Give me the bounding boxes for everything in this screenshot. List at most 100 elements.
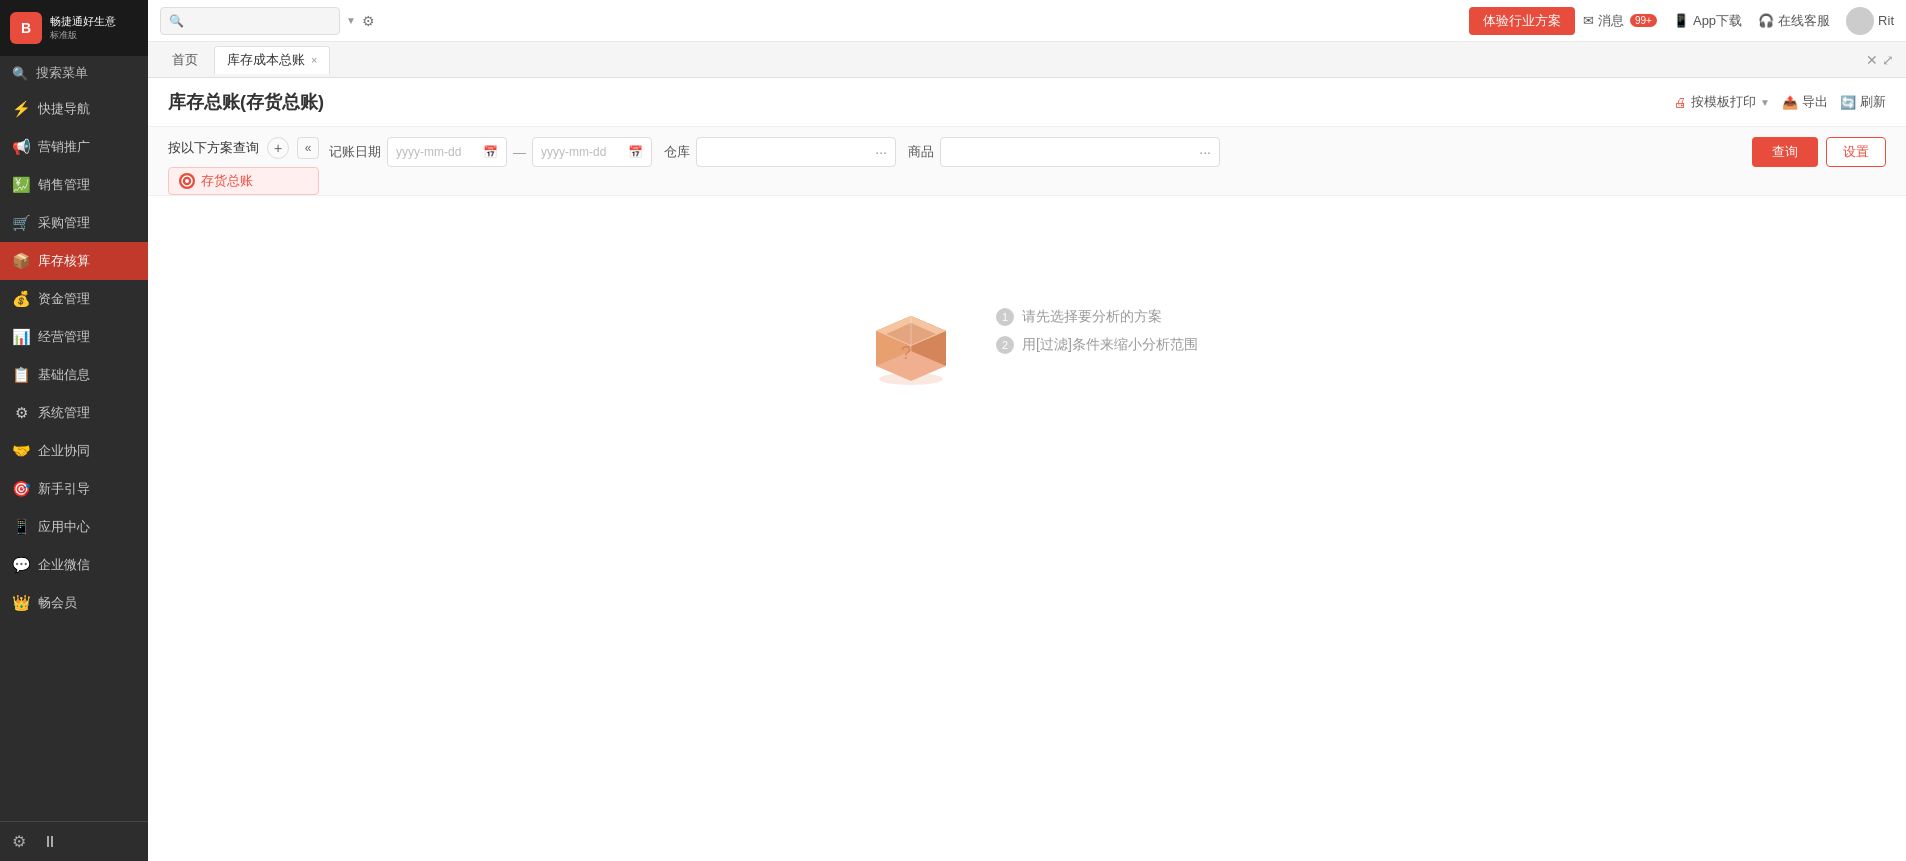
- app-download-button[interactable]: 📱 App下载: [1673, 12, 1742, 30]
- sidebar-item-operations[interactable]: 📊 经营管理: [0, 318, 148, 356]
- empty-tip-1: 1 请先选择要分析的方案: [996, 308, 1198, 326]
- sidebar-logo: B 畅捷通好生意 标准版: [0, 0, 148, 56]
- print-button[interactable]: 🖨 按模板打印 ▼: [1674, 93, 1770, 111]
- sidebar-item-system[interactable]: ⚙ 系统管理: [0, 394, 148, 432]
- empty-state-inner: ? 1 请先选择要分析的方案 2 用[过滤]条件来缩小分析范围: [856, 276, 1198, 386]
- page-content: 库存总账(存货总账) 🖨 按模板打印 ▼ 📤 导出 🔄 刷新: [148, 78, 1906, 861]
- product-field: 商品 ···: [908, 137, 1220, 167]
- warehouse-input[interactable]: ···: [696, 137, 896, 167]
- messages-button[interactable]: ✉ 消息 99+: [1583, 12, 1657, 30]
- sidebar-item-label: 快捷导航: [38, 100, 90, 118]
- empty-state: ? 1 请先选择要分析的方案 2 用[过滤]条件来缩小分析范围: [148, 196, 1906, 466]
- date-label: 记账日期: [329, 143, 381, 161]
- sidebar-item-label: 基础信息: [38, 366, 90, 384]
- logo-icon: B: [10, 12, 42, 44]
- sidebar-item-guide[interactable]: 🎯 新手引导: [0, 470, 148, 508]
- guide-icon: 🎯: [12, 480, 30, 498]
- date-separator: —: [513, 145, 526, 160]
- topbar-search-box[interactable]: 🔍: [160, 7, 340, 35]
- product-input[interactable]: ···: [940, 137, 1220, 167]
- sidebar-search[interactable]: 🔍 搜索菜单: [0, 56, 148, 90]
- settings-icon[interactable]: ⚙: [12, 832, 26, 851]
- sidebar-item-enterprise-wx[interactable]: 💬 企业微信: [0, 546, 148, 584]
- calendar-to-icon: 📅: [628, 145, 643, 159]
- sidebar-item-label: 营销推广: [38, 138, 90, 156]
- quick-nav-icon: ⚡: [12, 100, 30, 118]
- sidebar-item-marketing[interactable]: 📢 营销推广: [0, 128, 148, 166]
- product-label: 商品: [908, 143, 934, 161]
- sidebar-item-vip[interactable]: 👑 畅会员: [0, 584, 148, 622]
- main-area: 🔍 ▼ ⚙ 体验行业方案 ✉ 消息 99+ 📱 App下载 🎧 在线客服: [148, 0, 1906, 861]
- sales-icon: 💹: [12, 176, 30, 194]
- date-to-input[interactable]: yyyy-mm-dd 📅: [532, 137, 652, 167]
- close-panel-icon[interactable]: ✕: [1866, 52, 1878, 68]
- sidebar-item-label: 库存核算: [38, 252, 90, 270]
- topbar-actions: ✉ 消息 99+ 📱 App下载 🎧 在线客服 Rit: [1583, 7, 1894, 35]
- product-more-icon[interactable]: ···: [1199, 144, 1211, 160]
- scheme-icon: [179, 173, 195, 189]
- sidebar-item-label: 销售管理: [38, 176, 90, 194]
- marketing-icon: 📢: [12, 138, 30, 156]
- export-button[interactable]: 📤 导出: [1782, 93, 1828, 111]
- audio-icon[interactable]: ⏸: [42, 833, 58, 851]
- warehouse-field: 仓库 ···: [664, 137, 896, 167]
- add-icon: +: [274, 140, 282, 156]
- empty-tips: 1 请先选择要分析的方案 2 用[过滤]条件来缩小分析范围: [996, 308, 1198, 354]
- topbar-search-area: 🔍 ▼ ⚙: [160, 7, 1461, 35]
- search-label: 搜索菜单: [36, 64, 88, 82]
- topbar-search-icon: 🔍: [169, 14, 184, 28]
- enterprise-wx-icon: 💬: [12, 556, 30, 574]
- sidebar-item-label: 资金管理: [38, 290, 90, 308]
- topbar-gear-icon[interactable]: ⚙: [362, 13, 375, 29]
- query-button[interactable]: 查询: [1752, 137, 1818, 167]
- sidebar-item-app-center[interactable]: 📱 应用中心: [0, 508, 148, 546]
- cooperation-icon: 🤝: [12, 442, 30, 460]
- sidebar-item-label: 畅会员: [38, 594, 77, 612]
- filter-collapse-button[interactable]: «: [297, 137, 319, 159]
- date-field: 记账日期 yyyy-mm-dd 📅 — yyyy-mm-dd 📅: [329, 137, 652, 167]
- page-header-actions: 🖨 按模板打印 ▼ 📤 导出 🔄 刷新: [1674, 93, 1886, 111]
- support-icon: 🎧: [1758, 13, 1774, 28]
- sidebar-item-sales[interactable]: 💹 销售管理: [0, 166, 148, 204]
- settings-button[interactable]: 设置: [1826, 137, 1886, 167]
- collapse-icon: «: [305, 141, 312, 155]
- user-avatar-area[interactable]: Rit: [1846, 7, 1894, 35]
- sidebar-item-cooperation[interactable]: 🤝 企业协同: [0, 432, 148, 470]
- warehouse-more-icon[interactable]: ···: [875, 144, 887, 160]
- sidebar: B 畅捷通好生意 标准版 🔍 搜索菜单 ⚡ 快捷导航 📢 营销推广 💹 销售管理…: [0, 0, 148, 861]
- refresh-button[interactable]: 🔄 刷新: [1840, 93, 1886, 111]
- filter-label: 按以下方案查询: [168, 139, 259, 157]
- sidebar-item-basic-info[interactable]: 📋 基础信息: [0, 356, 148, 394]
- tab-close-icon[interactable]: ×: [311, 54, 317, 66]
- purchase-icon: 🛒: [12, 214, 30, 232]
- basic-info-icon: 📋: [12, 366, 30, 384]
- page-header: 库存总账(存货总账) 🖨 按模板打印 ▼ 📤 导出 🔄 刷新: [148, 78, 1906, 127]
- filter-add-button[interactable]: +: [267, 137, 289, 159]
- operations-icon: 📊: [12, 328, 30, 346]
- sidebar-item-label: 企业协同: [38, 442, 90, 460]
- svg-point-1: [185, 179, 189, 183]
- online-support-button[interactable]: 🎧 在线客服: [1758, 12, 1830, 30]
- page-title: 库存总账(存货总账): [168, 90, 324, 114]
- scheme-item-inventory[interactable]: 存货总账: [168, 167, 319, 195]
- dropdown-arrow-icon[interactable]: ▼: [346, 15, 356, 26]
- messages-badge: 99+: [1630, 14, 1657, 27]
- empty-tip-2: 2 用[过滤]条件来缩小分析范围: [996, 336, 1198, 354]
- sidebar-item-inventory[interactable]: 📦 库存核算: [0, 242, 148, 280]
- search-icon: 🔍: [12, 66, 28, 81]
- tab-inventory-ledger[interactable]: 库存成本总账 ×: [214, 46, 330, 74]
- tip-1-number: 1: [996, 308, 1014, 326]
- topbar: 🔍 ▼ ⚙ 体验行业方案 ✉ 消息 99+ 📱 App下载 🎧 在线客服: [148, 0, 1906, 42]
- tab-home[interactable]: 首页: [160, 46, 210, 74]
- tip-2-number: 2: [996, 336, 1014, 354]
- print-dropdown-icon[interactable]: ▼: [1760, 97, 1770, 108]
- industry-solution-button[interactable]: 体验行业方案: [1469, 7, 1575, 35]
- expand-panel-icon[interactable]: ⤢: [1882, 52, 1894, 68]
- date-from-placeholder: yyyy-mm-dd: [396, 145, 461, 159]
- active-tab-label: 库存成本总账: [227, 51, 305, 69]
- sidebar-item-quick-nav[interactable]: ⚡ 快捷导航: [0, 90, 148, 128]
- sidebar-item-funds[interactable]: 💰 资金管理: [0, 280, 148, 318]
- date-to-placeholder: yyyy-mm-dd: [541, 145, 606, 159]
- sidebar-item-purchase[interactable]: 🛒 采购管理: [0, 204, 148, 242]
- date-from-input[interactable]: yyyy-mm-dd 📅: [387, 137, 507, 167]
